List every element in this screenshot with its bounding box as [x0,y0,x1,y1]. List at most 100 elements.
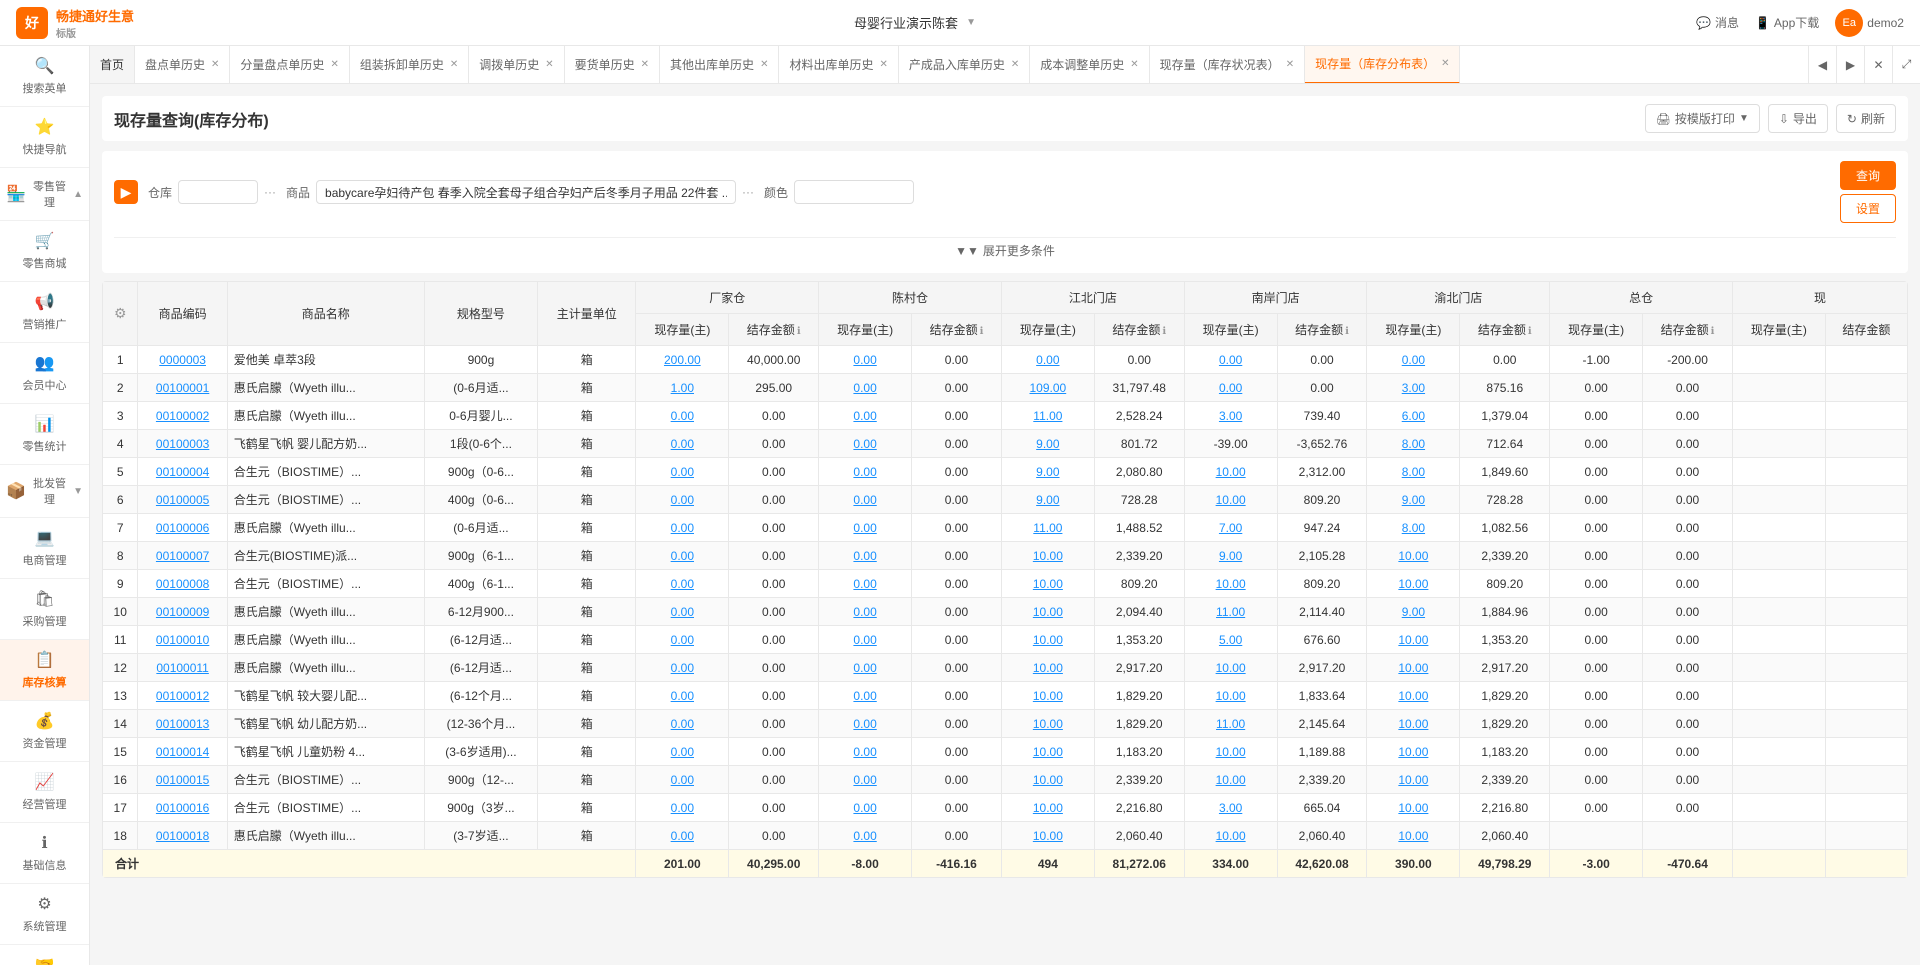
tab-close-1[interactable]: ✕ [330,59,338,70]
tab-close-7[interactable]: ✕ [1011,59,1019,70]
th-f-qty: 现存量(主) [636,314,729,346]
nav-prev[interactable]: ◀ [1808,46,1836,84]
sidebar-item-ecom[interactable]: 💻 电商管理 [0,518,89,579]
query-btn[interactable]: 查询 [1840,161,1896,190]
tab-label-4: 要货单历史 [575,56,635,73]
filter-expand-btn[interactable]: ▶ [114,180,138,204]
expand-more-label: 展开更多条件 [983,242,1055,259]
tab-material-out[interactable]: 材料出库单历史 ✕ [779,46,898,84]
tab-transfer[interactable]: 调拨单历史 ✕ [469,46,564,84]
tab-partial-count[interactable]: 分量盘点单历史 ✕ [230,46,349,84]
cell-yb-qty: 8.00 [1367,430,1460,458]
print-dropdown[interactable]: ▼ [1739,113,1749,124]
th-yb-qty: 现存量(主) [1367,314,1460,346]
tab-close-8[interactable]: ✕ [1130,59,1138,70]
sidebar-item-search[interactable]: 🔍 搜索英单 [0,46,89,107]
cell-yb-amt: 809.20 [1460,570,1550,598]
cell-tot-amt: 0.00 [1643,486,1733,514]
tab-close-3[interactable]: ✕ [545,59,553,70]
goods-input[interactable] [316,180,736,204]
cell-f-amt: 0.00 [729,626,819,654]
sidebar-item-system[interactable]: ⚙ 系统管理 [0,884,89,945]
cell-jb-qty: 10.00 [1001,710,1094,738]
tab-assembly[interactable]: 组装拆卸单历史 ✕ [350,46,469,84]
nav-next[interactable]: ▶ [1836,46,1864,84]
cell-c-qty: 0.00 [819,486,912,514]
tab-close-6[interactable]: ✕ [879,59,887,70]
nav-close-all[interactable]: ✕ [1864,46,1892,84]
th-settings[interactable]: ⚙ [103,282,138,346]
cell-name: 合生元（BIOSTIME）... [227,794,424,822]
tab-close-9[interactable]: ✕ [1286,59,1294,70]
goods-dots[interactable]: ··· [742,185,754,199]
cell-seq: 11 [103,626,138,654]
cell-spec: (6-12个月... [424,682,537,710]
cell-code: 00100013 [138,710,227,738]
expand-more-btn[interactable]: ▼▼ 展开更多条件 [114,237,1896,263]
sidebar-item-collab[interactable]: 🤝 企业协同 [0,945,89,965]
tab-other-out[interactable]: 其他出库单历史 ✕ [660,46,779,84]
message-btn[interactable]: 💬 消息 [1696,14,1739,31]
th-extra-qty: 现存量(主) [1733,314,1826,346]
nav-tabs: 首页 盘点单历史 ✕ 分量盘点单历史 ✕ 组装拆卸单历史 ✕ 调拨单历史 ✕ 要… [90,46,1920,84]
sidebar-item-finance[interactable]: 💰 资金管理 [0,701,89,762]
sidebar-item-purchase[interactable]: 🛍 采购管理 [0,579,89,640]
print-btn[interactable]: 🖨 查询 按模版打印 ▼ [1645,104,1760,133]
warehouse-dots[interactable]: ··· [264,185,276,199]
cell-jb-qty: 10.00 [1001,738,1094,766]
nav-expand[interactable]: ⤢ [1892,46,1920,84]
tab-product-in[interactable]: 产成品入库单历史 ✕ [899,46,1030,84]
cell-extra-qty [1733,458,1826,486]
tab-label-1: 分量盘点单历史 [240,56,324,73]
app-download-btn[interactable]: 📱 App下载 [1755,14,1819,31]
cell-yb-qty: 10.00 [1367,822,1460,850]
tab-close-2[interactable]: ✕ [450,59,458,70]
tab-close-4[interactable]: ✕ [641,59,649,70]
sidebar-item-nav[interactable]: ⭐ 快捷导航 [0,107,89,168]
refresh-icon: ↻ [1847,112,1857,126]
company-dropdown-icon[interactable]: ▼ [966,17,976,28]
cell-tot-qty: 0.00 [1550,374,1643,402]
cell-f-qty: 0.00 [636,738,729,766]
table-row: 13 00100012 飞鹤星飞帆 较大婴儿配... (6-12个月... 箱 … [103,682,1908,710]
sidebar-label-stats: 零售统计 [23,438,67,454]
sidebar-item-member[interactable]: 👥 会员中心 [0,343,89,404]
tab-inventory-count[interactable]: 盘点单历史 ✕ [135,46,230,84]
sidebar-item-basic-info[interactable]: ℹ 基础信息 [0,823,89,884]
logo-sub: 标版 [56,25,134,40]
cell-spec: (12-36个月... [424,710,537,738]
cell-jb-amt: 2,339.20 [1094,542,1184,570]
tab-close-5[interactable]: ✕ [760,59,768,70]
refresh-btn[interactable]: ↻ 刷新 [1836,104,1896,133]
cell-tot-amt: -200.00 [1643,346,1733,374]
sidebar-item-inventory[interactable]: 📋 库存核算 [0,640,89,701]
user-area[interactable]: Ea demo2 [1835,9,1904,37]
cell-yb-amt: 1,829.20 [1460,682,1550,710]
settings-btn[interactable]: 设置 [1840,194,1896,223]
tab-label-3: 调拨单历史 [479,56,539,73]
export-btn[interactable]: ⇩ 导出 [1768,104,1828,133]
th-na-amt: 结存金额ℹ [1277,314,1367,346]
sidebar-item-marketing[interactable]: 📢 营销推广 [0,282,89,343]
tab-close-10[interactable]: ✕ [1441,58,1449,69]
cell-jb-amt: 2,528.24 [1094,402,1184,430]
cell-seq: 15 [103,738,138,766]
sidebar-item-retail-stats[interactable]: 📊 零售统计 [0,404,89,465]
sidebar-label-wholesale: 批发管理 [30,475,69,507]
tab-order[interactable]: 要货单历史 ✕ [565,46,660,84]
tab-close-0[interactable]: ✕ [211,59,219,70]
tab-stock-status[interactable]: 现存量（库存状况表） ✕ [1150,46,1305,84]
topbar-center[interactable]: 母婴行业演示陈套 ▼ [854,13,976,32]
cell-name: 合生元（BIOSTIME）... [227,570,424,598]
sidebar-item-retail[interactable]: 🏪 零售管理 ▲ [0,168,89,221]
color-input[interactable] [794,180,914,204]
warehouse-input[interactable] [178,180,258,204]
tab-cost-adjust[interactable]: 成本调整单历史 ✕ [1030,46,1149,84]
cell-name: 爱他美 卓萃3段 [227,346,424,374]
sidebar-item-management[interactable]: 📈 经营管理 [0,762,89,823]
tab-home[interactable]: 首页 [90,46,135,84]
th-code: 商品编码 [138,282,227,346]
tab-stock-dist[interactable]: 现存量（库存分布表） ✕ [1305,46,1460,84]
sidebar-item-wholesale[interactable]: 📦 批发管理 ▼ [0,465,89,518]
sidebar-item-mall[interactable]: 🛒 零售商城 [0,221,89,282]
